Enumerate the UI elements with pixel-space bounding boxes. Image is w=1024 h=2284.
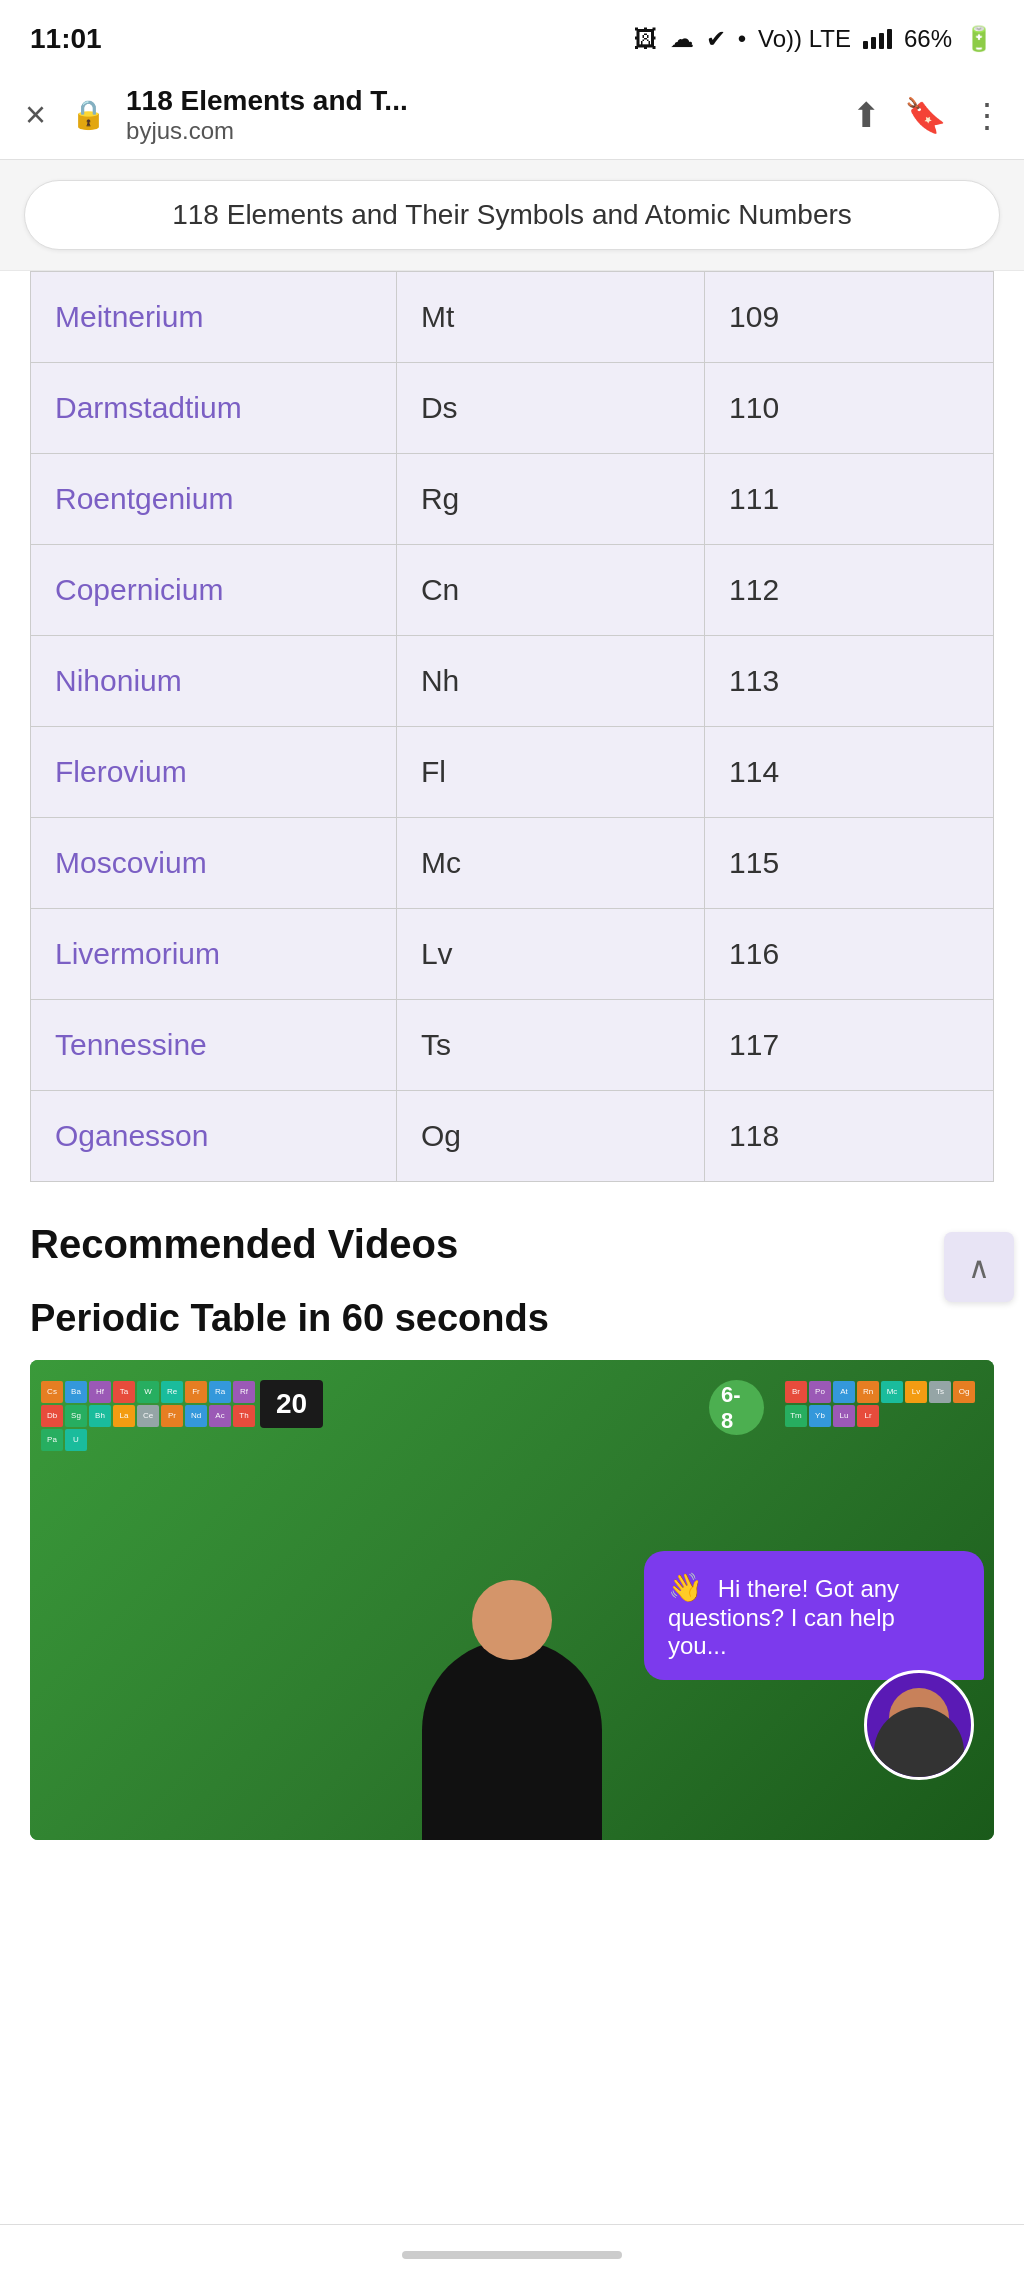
status-bar: 11:01 🖼 ☁ ✔ • Vo)) LTE 66% 🔋 <box>0 0 1024 70</box>
cloud-icon: ☁ <box>670 25 694 53</box>
element-atomic-number: 110 <box>705 363 994 454</box>
element-name: Tennessine <box>31 1000 397 1091</box>
person-body <box>422 1640 602 1840</box>
check-icon: ✔ <box>706 25 726 53</box>
video-background: Cs Ba Hf Ta W Re Fr Ra Rf Db Sg Bh La Ce… <box>30 1360 994 1840</box>
table-row: RoentgeniumRg111 <box>31 454 994 545</box>
element-atomic-number: 118 <box>705 1091 994 1182</box>
element-symbol: Ts <box>396 1000 704 1091</box>
video-thumbnail[interactable]: Cs Ba Hf Ta W Re Fr Ra Rf Db Sg Bh La Ce… <box>30 1360 994 1840</box>
table-row: TennessineTs117 <box>31 1000 994 1091</box>
browser-title-block: 118 Elements and T... byjus.com <box>126 85 832 145</box>
periodic-table-left: Cs Ba Hf Ta W Re Fr Ra Rf Db Sg Bh La Ce… <box>40 1380 260 1452</box>
share-icon[interactable]: ⬆ <box>852 95 880 135</box>
video-section-title: Periodic Table in 60 seconds <box>30 1297 994 1340</box>
table-row: MeitneriumMt109 <box>31 272 994 363</box>
element-symbol: Og <box>396 1091 704 1182</box>
bottom-indicator <box>402 2251 622 2259</box>
element-name: Darmstadtium <box>31 363 397 454</box>
element-name: Flerovium <box>31 727 397 818</box>
element-symbol: Lv <box>396 909 704 1000</box>
element-symbol: Cn <box>396 545 704 636</box>
lock-icon: 🔒 <box>71 98 106 131</box>
signal-bars <box>863 29 892 49</box>
chatbot-person-body <box>874 1707 964 1777</box>
element-name: Roentgenium <box>31 454 397 545</box>
element-atomic-number: 109 <box>705 272 994 363</box>
recommended-section: ∧ Recommended Videos Periodic Table in 6… <box>0 1182 1024 1860</box>
element-atomic-number: 117 <box>705 1000 994 1091</box>
battery-icon: 🔋 <box>964 25 994 53</box>
dot-icon: • <box>738 25 746 53</box>
recommended-videos-title: Recommended Videos <box>30 1222 994 1267</box>
element-name: Meitnerium <box>31 272 397 363</box>
table-row: FleroviumFl114 <box>31 727 994 818</box>
element-atomic-number: 115 <box>705 818 994 909</box>
carrier-text: Vo)) LTE <box>758 25 851 53</box>
more-options-icon[interactable]: ⋮ <box>970 95 1004 135</box>
table-row: LivermoriumLv116 <box>31 909 994 1000</box>
element-symbol: Mt <box>396 272 704 363</box>
table-row: MoscoviumMc115 <box>31 818 994 909</box>
element-name: Livermorium <box>31 909 397 1000</box>
element-symbol: Mc <box>396 818 704 909</box>
search-bar[interactable]: 118 Elements and Their Symbols and Atomi… <box>24 180 1000 250</box>
status-time: 11:01 <box>30 23 102 55</box>
person-figure <box>382 1580 642 1840</box>
table-row: CoperniciumCn112 <box>31 545 994 636</box>
element-name: Nihonium <box>31 636 397 727</box>
scroll-to-top-button[interactable]: ∧ <box>944 1232 1014 1302</box>
element-symbol: Nh <box>396 636 704 727</box>
element-symbol: Ds <box>396 363 704 454</box>
periodic-table-right: Br Po At Rn Mc Lv Ts Og Tm Yb Lu Lr <box>784 1380 984 1428</box>
element-name: Oganesson <box>31 1091 397 1182</box>
bookmark-icon[interactable]: 🔖 <box>904 95 946 135</box>
browser-actions: ⬆ 🔖 ⋮ <box>852 95 1004 135</box>
table-section: MeitneriumMt109DarmstadtiumDs110Roentgen… <box>0 271 1024 1182</box>
element-symbol: Rg <box>396 454 704 545</box>
element-atomic-number: 111 <box>705 454 994 545</box>
status-right: 🖼 ☁ ✔ • Vo)) LTE 66% 🔋 <box>634 25 994 53</box>
video-grade-badge: 6-8 <box>709 1380 764 1435</box>
table-row: OganessonOg118 <box>31 1091 994 1182</box>
battery-text: 66% <box>904 25 952 53</box>
gallery-icon: 🖼 <box>634 25 658 53</box>
video-number-badge: 20 <box>260 1380 323 1428</box>
wave-emoji: 👋 <box>668 1572 703 1603</box>
chatbot-avatar[interactable] <box>864 1670 974 1780</box>
table-row: DarmstadtiumDs110 <box>31 363 994 454</box>
person-head <box>472 1580 552 1660</box>
chevron-up-icon: ∧ <box>968 1250 990 1285</box>
element-name: Moscovium <box>31 818 397 909</box>
chatbot-bubble[interactable]: 👋 Hi there! Got any questions? I can hel… <box>644 1551 984 1680</box>
browser-domain: byjus.com <box>126 117 832 145</box>
element-atomic-number: 113 <box>705 636 994 727</box>
table-row: NihoniumNh113 <box>31 636 994 727</box>
browser-close-button[interactable]: × <box>20 89 51 141</box>
bottom-nav <box>0 2224 1024 2284</box>
element-atomic-number: 112 <box>705 545 994 636</box>
element-symbol: Fl <box>396 727 704 818</box>
search-bar-container: 118 Elements and Their Symbols and Atomi… <box>0 160 1024 271</box>
element-atomic-number: 116 <box>705 909 994 1000</box>
element-atomic-number: 114 <box>705 727 994 818</box>
element-name: Copernicium <box>31 545 397 636</box>
elements-table: MeitneriumMt109DarmstadtiumDs110Roentgen… <box>30 271 994 1182</box>
browser-toolbar: × 🔒 118 Elements and T... byjus.com ⬆ 🔖 … <box>0 70 1024 160</box>
browser-page-title: 118 Elements and T... <box>126 85 832 117</box>
